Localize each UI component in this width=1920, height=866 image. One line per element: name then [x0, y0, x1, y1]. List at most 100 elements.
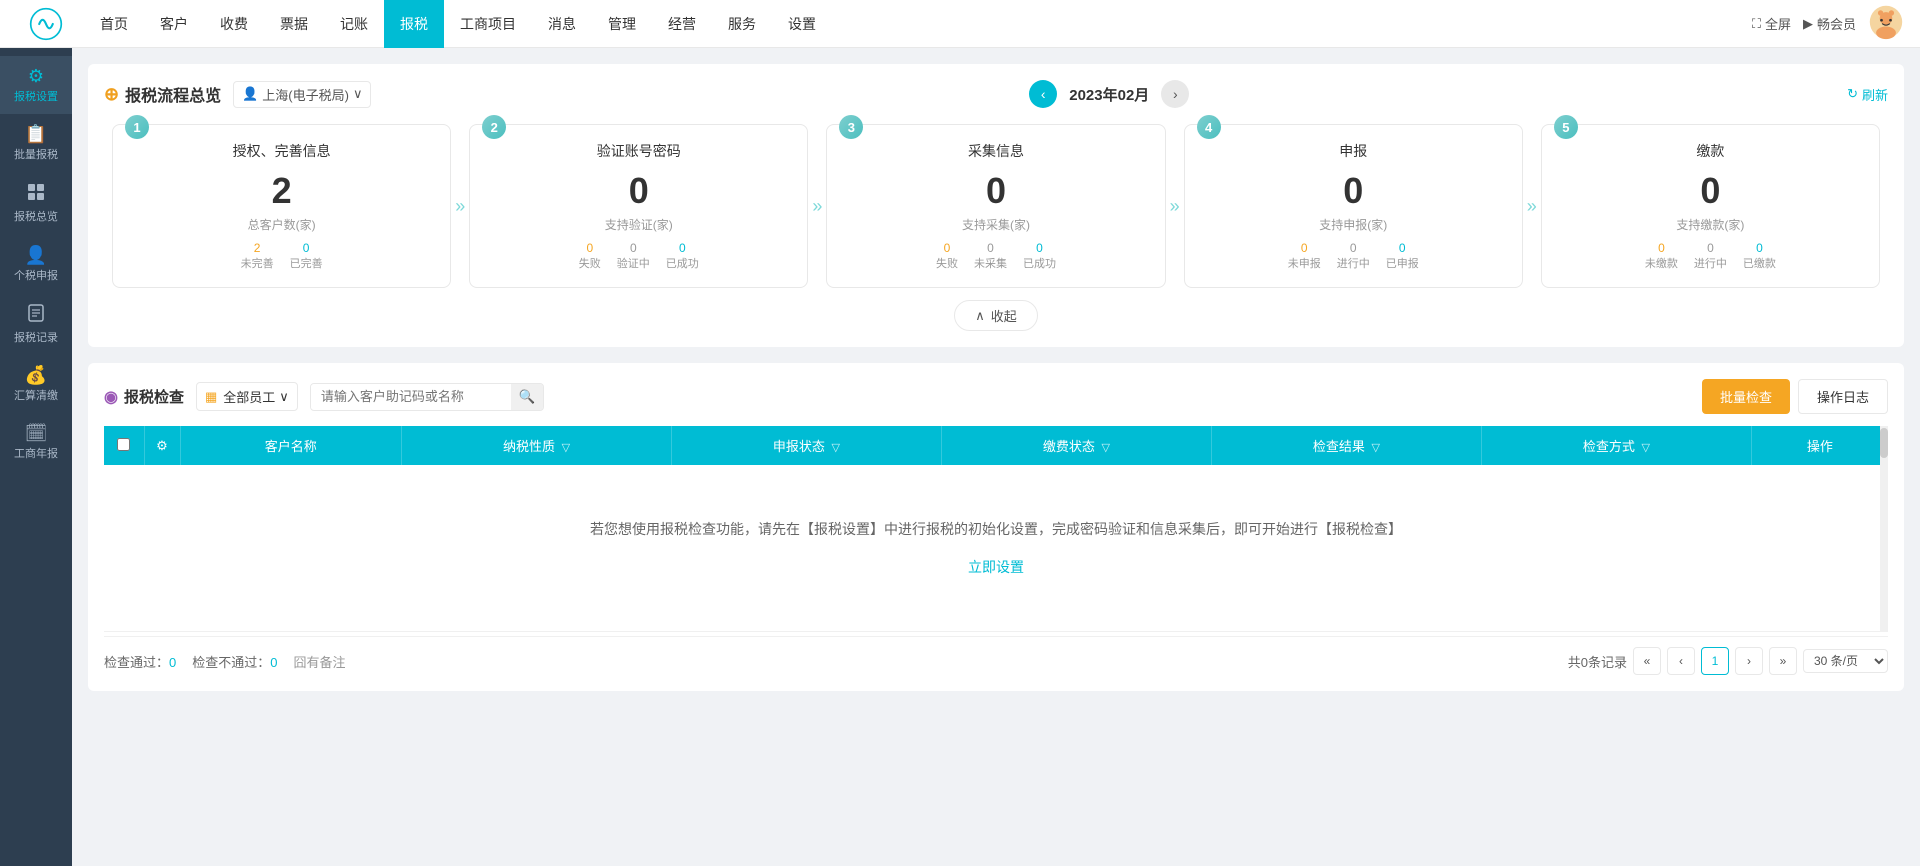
refresh-btn[interactable]: ↻ 刷新 — [1847, 85, 1888, 104]
nav-invoice[interactable]: 票据 — [264, 0, 324, 48]
fullscreen-btn[interactable]: ⛶ 全屏 — [1752, 14, 1791, 33]
step-detail-declared-4[interactable]: 0 已申报 — [1386, 241, 1419, 271]
location-selector[interactable]: 👤 上海(电子税局) ∨ — [233, 81, 371, 108]
nav-service[interactable]: 服务 — [712, 0, 772, 48]
nav-customer[interactable]: 客户 — [144, 0, 204, 48]
batch-check-btn[interactable]: 批量检查 — [1702, 379, 1790, 414]
arrow-double-icon-3: » — [1170, 196, 1180, 217]
sidebar-item-annual-tax[interactable]: 💰 汇算清缴 — [0, 355, 72, 413]
step-detail-filled[interactable]: 0 已完善 — [290, 241, 323, 271]
step-number-4: 4 — [1197, 115, 1221, 139]
nav-manage[interactable]: 管理 — [592, 0, 652, 48]
nav-message[interactable]: 消息 — [532, 0, 592, 48]
sidebar-item-personal-tax[interactable]: 👤 个税申报 — [0, 235, 72, 293]
refresh-label: 刷新 — [1862, 85, 1888, 104]
last-page-btn[interactable]: » — [1769, 647, 1797, 675]
nav-tax[interactable]: 报税 — [384, 0, 444, 48]
nav-operation[interactable]: 经营 — [652, 0, 712, 48]
next-month-btn[interactable]: › — [1161, 80, 1189, 108]
step-detail-label-fail-2: 失败 — [579, 258, 601, 270]
sidebar-item-tax-settings[interactable]: ⚙ 报税设置 — [0, 56, 72, 114]
step-value-3: 0 — [843, 169, 1148, 212]
month-nav: ‹ 2023年02月 › — [1029, 80, 1189, 108]
step-detail-uncollected-3[interactable]: 0 未采集 — [974, 241, 1007, 271]
nav-business[interactable]: 工商项目 — [444, 0, 532, 48]
panel-header: ⊕ 报税流程总览 👤 上海(电子税局) ∨ ‹ 2023年02月 › ↻ 刷新 — [104, 80, 1888, 108]
step-detail-value-success-2: 0 — [666, 241, 699, 255]
select-all-checkbox[interactable] — [117, 438, 130, 451]
avatar[interactable] — [1868, 4, 1904, 43]
step-detail-inprogress-5[interactable]: 0 进行中 — [1694, 241, 1727, 271]
step-detail-value-fail-3: 0 — [936, 241, 958, 255]
step-card-4: 4 申报 0 支持申报(家) 0 未申报 0 进行中 — [1184, 124, 1523, 288]
nav-home[interactable]: 首页 — [84, 0, 144, 48]
member-btn[interactable]: ▶ 畅会员 — [1803, 14, 1856, 33]
first-page-btn[interactable]: « — [1633, 647, 1661, 675]
current-page: 1 — [1701, 647, 1729, 675]
step-detail-unpaid-5[interactable]: 0 未缴款 — [1645, 241, 1678, 271]
th-checkbox — [104, 426, 144, 465]
step-detail-label-verifying-2: 验证中 — [617, 258, 650, 270]
filter-icon-4[interactable]: ▽ — [1371, 442, 1379, 454]
step-detail-success-2[interactable]: 0 已成功 — [666, 241, 699, 271]
th-declare-status: 申报状态 ▽ — [671, 426, 941, 465]
step-detail-verifying-2[interactable]: 0 验证中 — [617, 241, 650, 271]
sidebar-item-annual-report[interactable]: 🗓 工商年报 — [0, 413, 72, 471]
per-page-select[interactable]: 30 条/页 50 条/页 100 条/页 — [1803, 649, 1888, 673]
app-logo[interactable] — [16, 7, 76, 41]
table-scrollbar[interactable] — [1880, 426, 1888, 632]
step-detail-label-success-3: 已成功 — [1023, 258, 1056, 270]
employee-selector[interactable]: ▦ 全部员工 ∨ — [196, 382, 298, 411]
prev-page-btn[interactable]: ‹ — [1667, 647, 1695, 675]
nav-accounting[interactable]: 记账 — [324, 0, 384, 48]
arrow-3: » — [1170, 196, 1180, 217]
step-detail-value-declared-4: 0 — [1386, 241, 1419, 255]
step-detail-fail-3[interactable]: 0 失败 — [936, 241, 958, 271]
step-detail-value-uncollected-3: 0 — [974, 241, 1007, 255]
empty-state-row: 若您想使用报税检查功能，请先在【报税设置】中进行报税的初始化设置，完成密码验证和… — [104, 465, 1888, 632]
sidebar-item-tax-record[interactable]: 报税记录 — [0, 293, 72, 355]
step-detail-unfilled[interactable]: 2 未完善 — [241, 241, 274, 271]
step-title-3: 采集信息 — [843, 141, 1148, 161]
settings-link[interactable]: 立即设置 — [968, 559, 1024, 575]
filter-icon-5[interactable]: ▽ — [1641, 442, 1649, 454]
step-sub-5: 支持缴款(家) — [1558, 216, 1863, 233]
th-operation: 操作 — [1751, 426, 1888, 465]
arrow-4: » — [1527, 196, 1537, 217]
search-input[interactable] — [311, 384, 511, 409]
step-detail-fail-2[interactable]: 0 失败 — [579, 241, 601, 271]
sidebar-item-batch-tax[interactable]: 📋 批量报税 — [0, 114, 72, 172]
filter-icon-1[interactable]: ▽ — [562, 442, 570, 454]
operation-log-btn[interactable]: 操作日志 — [1798, 379, 1888, 414]
step-detail-value-undeclared-4: 0 — [1288, 241, 1321, 255]
arrow-double-icon-2: » — [812, 196, 822, 217]
step-detail-undeclared-4[interactable]: 0 未申报 — [1288, 241, 1321, 271]
nav-fee[interactable]: 收费 — [204, 0, 264, 48]
next-page-btn[interactable]: › — [1735, 647, 1763, 675]
tax-record-icon — [26, 303, 46, 328]
step-card-2: 2 验证账号密码 0 支持验证(家) 0 失败 0 验证中 — [469, 124, 808, 288]
filter-icon-2[interactable]: ▽ — [832, 442, 840, 454]
step-detail-value-unfilled: 2 — [241, 241, 274, 255]
fullscreen-label: 全屏 — [1765, 14, 1791, 33]
step-detail-paid-5[interactable]: 0 已缴款 — [1743, 241, 1776, 271]
pass-value[interactable]: 0 — [169, 655, 176, 670]
tax-settings-icon: ⚙ — [28, 66, 44, 87]
employee-filter-text: 全部员工 — [223, 387, 275, 406]
step-sub-2: 支持验证(家) — [486, 216, 791, 233]
steps-row: 1 授权、完善信息 2 总客户数(家) 2 未完善 0 已完善 — [104, 124, 1888, 288]
nav-settings[interactable]: 设置 — [772, 0, 832, 48]
prev-month-btn[interactable]: ‹ — [1029, 80, 1057, 108]
fail-value[interactable]: 0 — [270, 655, 277, 670]
sidebar-item-tax-overview[interactable]: 报税总览 — [0, 172, 72, 234]
filter-icon-3[interactable]: ▽ — [1102, 442, 1110, 454]
step-details-3: 0 失败 0 未采集 0 已成功 — [843, 241, 1148, 271]
collapse-btn[interactable]: ∧ 收起 — [954, 300, 1038, 331]
panel-title: ⊕ 报税流程总览 — [104, 82, 221, 106]
step-detail-inprogress-4[interactable]: 0 进行中 — [1337, 241, 1370, 271]
step-detail-success-3[interactable]: 0 已成功 — [1023, 241, 1056, 271]
main-content: ⊕ 报税流程总览 👤 上海(电子税局) ∨ ‹ 2023年02月 › ↻ 刷新 — [72, 48, 1920, 866]
step-value-2: 0 — [486, 169, 791, 212]
search-button[interactable]: 🔍 — [511, 384, 544, 410]
settings-icon[interactable]: ⚙ — [156, 438, 168, 453]
